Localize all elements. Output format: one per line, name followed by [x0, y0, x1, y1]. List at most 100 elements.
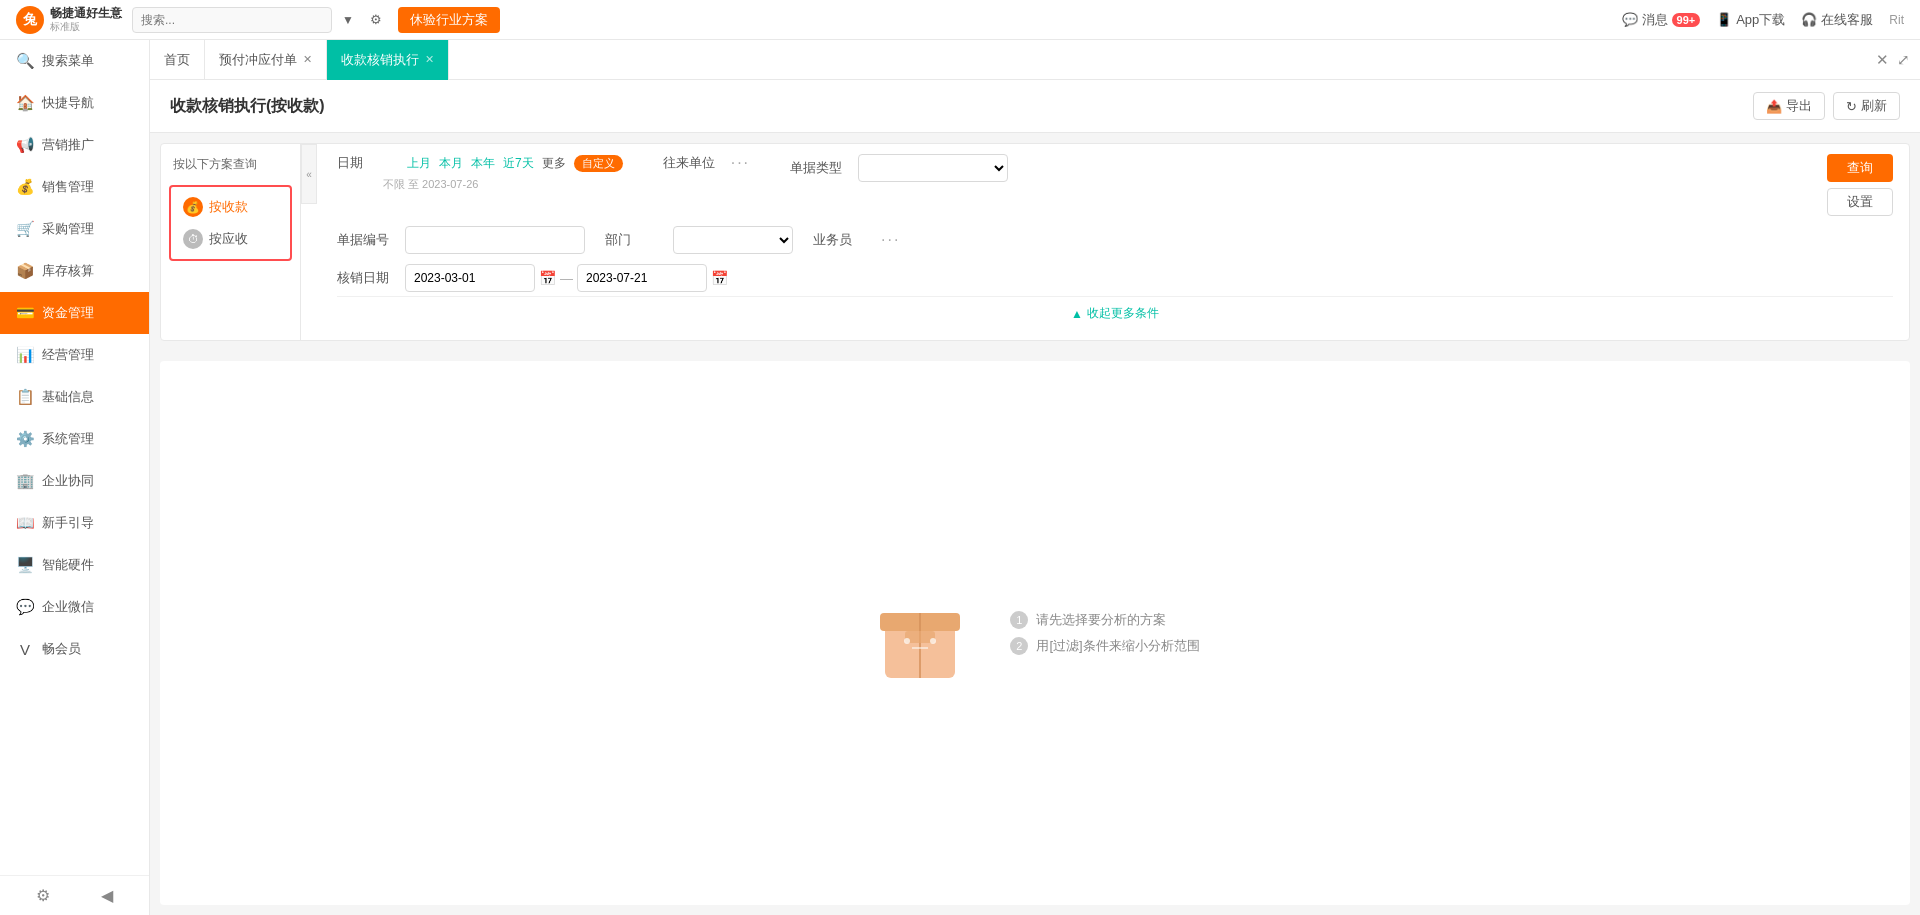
sidebar-item-enterprise[interactable]: 🏢 企业协同: [0, 460, 149, 502]
settings-icon[interactable]: ⚙: [364, 8, 388, 32]
sidebar-settings-icon[interactable]: ⚙: [36, 886, 50, 905]
tab-prepay-label: 预付冲应付单: [219, 51, 297, 69]
sidebar-item-basic-info[interactable]: 📋 基础信息: [0, 376, 149, 418]
filter-panel-inner: 按以下方案查询 💰 按收款 ⏱ 按应收: [161, 144, 1909, 340]
service-icon: 🎧: [1801, 12, 1817, 27]
svg-point-4: [904, 638, 910, 644]
search-menu-label: 搜索菜单: [42, 52, 94, 70]
writeoff-end-input[interactable]: [577, 264, 707, 292]
tab-collection-close[interactable]: ✕: [425, 53, 434, 66]
search-dropdown[interactable]: ▼: [342, 13, 354, 27]
export-button[interactable]: 📤 导出: [1753, 92, 1825, 120]
bill-no-label: 单据编号: [337, 231, 397, 249]
filter-option-receipt[interactable]: 💰 按收款: [175, 191, 286, 223]
svg-point-5: [930, 638, 936, 644]
user-avatar[interactable]: Rit: [1889, 13, 1904, 27]
filter-sidebar-title: 按以下方案查询: [161, 152, 300, 181]
filter-panel: 按以下方案查询 💰 按收款 ⏱ 按应收: [160, 143, 1910, 341]
date-dash: —: [560, 271, 573, 286]
app-version: 标准版: [50, 21, 122, 33]
sidebar-item-marketing[interactable]: 📢营销推广: [0, 124, 149, 166]
solution-button[interactable]: 休验行业方案: [398, 7, 500, 33]
collapse-sidebar-btn[interactable]: «: [301, 144, 317, 204]
app-download-label: App下载: [1736, 11, 1785, 29]
writeoff-start-input[interactable]: [405, 264, 535, 292]
quick-nav-icon: 🏠: [16, 94, 34, 112]
sidebar-item-smart-hw[interactable]: 🖥️智能硬件: [0, 544, 149, 586]
app-icon: 📱: [1716, 12, 1732, 27]
bill-type-label: 单据类型: [790, 159, 850, 177]
dept-select[interactable]: [673, 226, 793, 254]
quick-nav-label: 快捷导航: [42, 94, 94, 112]
system-label: 系统管理: [42, 430, 94, 448]
tab-bar-actions: ✕ ⤢: [1876, 51, 1920, 69]
guide-label: 新手引导: [42, 514, 94, 532]
purchase-icon: 🛒: [16, 220, 34, 238]
refresh-button[interactable]: ↻ 刷新: [1833, 92, 1900, 120]
app-logo: 兔 畅捷通好生意 标准版: [16, 6, 122, 34]
collapse-more-button[interactable]: ▲ 收起更多条件: [337, 296, 1893, 330]
sidebar-item-weixin[interactable]: 💬企业微信: [0, 586, 149, 628]
app-download-link[interactable]: 📱 App下载: [1716, 11, 1785, 29]
query-button[interactable]: 查询: [1827, 154, 1893, 182]
operation-label: 经营管理: [42, 346, 94, 364]
date-link-more[interactable]: 更多: [542, 155, 566, 172]
counterpart-input[interactable]: ···: [731, 154, 750, 172]
sidebar-item-system[interactable]: ⚙️ 系统管理: [0, 418, 149, 460]
export-label: 导出: [1786, 97, 1812, 115]
finance-icon: 💳: [16, 304, 34, 322]
tab-collection[interactable]: 收款核销执行 ✕: [327, 40, 449, 80]
tab-prepay[interactable]: 预付冲应付单 ✕: [205, 40, 327, 80]
setting-button[interactable]: 设置: [1827, 188, 1893, 216]
tab-bar: 首页 预付冲应付单 ✕ 收款核销执行 ✕ ✕ ⤢: [150, 40, 1920, 80]
writeoff-end-calendar-icon[interactable]: 📅: [711, 270, 728, 286]
content-area: 收款核销执行(按收款) 📤 导出 ↻ 刷新 按: [150, 80, 1920, 915]
tab-home[interactable]: 首页: [150, 40, 205, 80]
tab-maximize-icon[interactable]: ⤢: [1897, 51, 1910, 69]
filter-option-receivable[interactable]: ⏱ 按应收: [175, 223, 286, 255]
sidebar-item-purchase[interactable]: 🛒采购管理: [0, 208, 149, 250]
top-bar: 兔 畅捷通好生意 标准版 ▼ ⚙ 休验行业方案 💬 消息 99+ 📱 App下载…: [0, 0, 1920, 40]
date-link-last-month[interactable]: 上月: [407, 155, 431, 172]
sidebar-collapse-icon[interactable]: ◀: [101, 886, 113, 905]
right-content: 首页 预付冲应付单 ✕ 收款核销执行 ✕ ✕ ⤢ 收款核销执行(按收款) 📤: [150, 40, 1920, 915]
staff-input[interactable]: ···: [881, 231, 900, 249]
date-link-this-year[interactable]: 本年: [471, 155, 495, 172]
member-label: 畅会员: [42, 640, 81, 658]
sidebar-item-member[interactable]: V畅会员: [0, 628, 149, 670]
online-service-label: 在线客服: [1821, 11, 1873, 29]
tab-close-all-icon[interactable]: ✕: [1876, 51, 1889, 69]
message-count: 99+: [1672, 13, 1701, 27]
basic-info-label: 基础信息: [42, 388, 94, 406]
enterprise-icon: 🏢: [16, 472, 34, 490]
hint-text-1: 请先选择要分析的方案: [1036, 611, 1166, 629]
message-badge[interactable]: 💬 消息 99+: [1622, 11, 1701, 29]
filter-sidebar: 按以下方案查询 💰 按收款 ⏱ 按应收: [161, 144, 301, 340]
smart-hw-label: 智能硬件: [42, 556, 94, 574]
hint-num-2: 2: [1010, 637, 1028, 655]
tab-collection-label: 收款核销执行: [341, 51, 419, 69]
operation-icon: 📊: [16, 346, 34, 364]
sidebar-item-guide[interactable]: 📖新手引导: [0, 502, 149, 544]
sidebar-item-finance[interactable]: 💳资金管理: [0, 292, 149, 334]
system-icon: ⚙️: [16, 430, 34, 448]
sidebar-item-inventory[interactable]: 📦库存核算: [0, 250, 149, 292]
bill-no-input[interactable]: [405, 226, 585, 254]
writeoff-date-label: 核销日期: [337, 269, 397, 287]
search-menu-icon: 🔍: [16, 52, 34, 70]
sidebar-item-quick-nav[interactable]: 🏠 快捷导航: [0, 82, 149, 124]
search-input[interactable]: [132, 7, 332, 33]
date-custom-badge[interactable]: 自定义: [574, 155, 623, 172]
bill-type-select[interactable]: [858, 154, 1008, 182]
sidebar-item-search-menu[interactable]: 🔍 搜索菜单: [0, 40, 149, 82]
tab-prepay-close[interactable]: ✕: [303, 53, 312, 66]
sidebar-item-sales[interactable]: 💰销售管理: [0, 166, 149, 208]
empty-state: 1 请先选择要分析的方案 2 用[过滤]条件来缩小分析范围: [160, 361, 1910, 905]
basic-info-icon: 📋: [16, 388, 34, 406]
sidebar-item-operation[interactable]: 📊 经营管理: [0, 334, 149, 376]
date-link-this-month[interactable]: 本月: [439, 155, 463, 172]
writeoff-start-calendar-icon[interactable]: 📅: [539, 270, 556, 286]
date-link-7days[interactable]: 近7天: [503, 155, 534, 172]
online-service-link[interactable]: 🎧 在线客服: [1801, 11, 1873, 29]
enterprise-label: 企业协同: [42, 472, 94, 490]
